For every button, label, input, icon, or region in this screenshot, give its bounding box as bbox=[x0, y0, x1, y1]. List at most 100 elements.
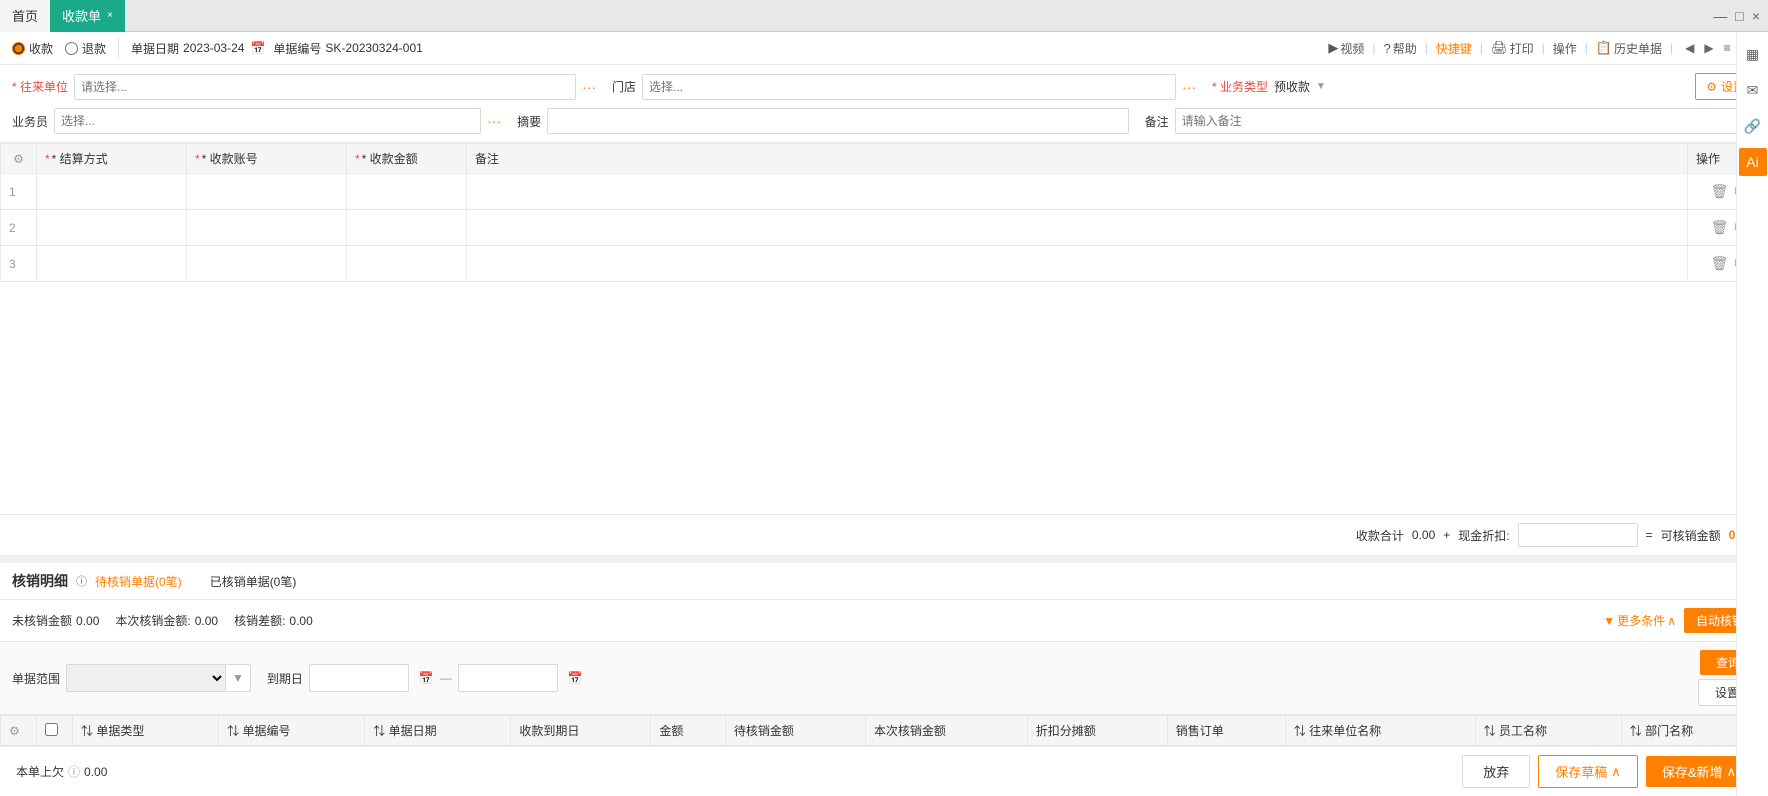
more-filter-label: 更多条件 bbox=[1617, 612, 1665, 629]
row-1-delete-icon[interactable]: 🗑 bbox=[1711, 183, 1729, 200]
reconcile-table-header: ⚙ ⇅ 单据类型 ⇅ 单据编号 bbox=[1, 716, 1768, 746]
reconcile-th-bill-no: ⇅ 单据编号 bbox=[219, 716, 365, 746]
row-3-delete-icon[interactable]: 🗑 bbox=[1711, 255, 1729, 272]
minimize-icon[interactable]: — bbox=[1713, 8, 1727, 24]
refund-radio-label: 退款 bbox=[82, 40, 106, 57]
counterpart-field: * 往来单位 ··· bbox=[12, 74, 596, 100]
sort-icon: ⇅ bbox=[373, 724, 385, 738]
top-toolbar: 收款 退款 单据日期 2023-03-24 📅 单据编号 SK-20230324… bbox=[0, 32, 1768, 65]
maximize-icon[interactable]: □ bbox=[1735, 8, 1743, 24]
reconcile-th-bill-type: ⇅ 单据类型 bbox=[73, 716, 219, 746]
window-close-icon[interactable]: × bbox=[1752, 8, 1760, 24]
row-num-2: 2 bbox=[1, 210, 37, 246]
sort-icon: ⇅ bbox=[227, 724, 239, 738]
date-from-calendar-icon[interactable]: 📅 bbox=[419, 671, 434, 685]
save-draft-arrow: ∧ bbox=[1611, 764, 1621, 780]
save-draft-btn[interactable]: 保存草稿 ∧ bbox=[1538, 755, 1638, 788]
operations-btn[interactable]: 操作 bbox=[1553, 40, 1577, 57]
row-2-delete-icon[interactable]: 🗑 bbox=[1711, 219, 1729, 236]
view-grid-icon[interactable]: ▶ bbox=[1700, 39, 1717, 57]
sidebar-table-icon[interactable]: ▦ bbox=[1739, 40, 1767, 68]
bill-date-calendar-icon[interactable]: 📅 bbox=[250, 41, 265, 55]
business-type-arrow[interactable]: ▼ bbox=[1316, 81, 1326, 92]
refund-radio-input[interactable] bbox=[65, 42, 78, 55]
tab-receipt[interactable]: 收款单 × bbox=[50, 0, 125, 32]
video-btn[interactable]: ▶ 视频 bbox=[1328, 40, 1364, 57]
bill-range-arrow[interactable]: ▼ bbox=[226, 664, 251, 692]
net-amount-label: 可核销金额 bbox=[1661, 527, 1721, 544]
sidebar-link-icon[interactable]: 🔗 bbox=[1739, 112, 1767, 140]
store-input[interactable] bbox=[642, 74, 1176, 100]
reconcile-info-icon[interactable]: ⓘ bbox=[76, 573, 87, 589]
row-3-amount[interactable] bbox=[347, 246, 467, 282]
counterpart-more-icon[interactable]: ··· bbox=[582, 79, 596, 95]
receipt-radio-input[interactable] bbox=[12, 42, 25, 55]
reconcile-header: 核销明细 ⓘ 待核销单据(0笔) 已核销单据(0笔) bbox=[0, 563, 1768, 600]
row-2-amount[interactable] bbox=[347, 210, 467, 246]
view-mode-list[interactable]: ≡ bbox=[1720, 39, 1735, 57]
reconcile-th-sales-order: 销售订单 bbox=[1167, 716, 1285, 746]
form-row-1: * 往来单位 ··· 门店 ··· * 业务类型 预收款 ▼ ⚙ 设置 bbox=[12, 73, 1756, 100]
sidebar-ai-icon[interactable]: Ai bbox=[1739, 148, 1767, 176]
help-btn[interactable]: ? 帮助 bbox=[1384, 40, 1417, 57]
completed-reconcile-tab[interactable]: 已核销单据(0笔) bbox=[210, 573, 297, 590]
summary-input[interactable] bbox=[547, 108, 1128, 134]
row-num-3: 3 bbox=[1, 246, 37, 282]
sidebar-mail-icon[interactable]: ✉ bbox=[1739, 76, 1767, 104]
history-btn[interactable]: 📋 历史单据 bbox=[1596, 40, 1662, 57]
reconcile-stats: 未核销金额 0.00 本次核销金额: 0.00 核销差额: 0.00 ▼ 更多条… bbox=[0, 600, 1768, 642]
remark-input[interactable] bbox=[1175, 108, 1756, 134]
table-settings-icon[interactable]: ⚙ bbox=[13, 152, 24, 166]
reconcile-table-settings-icon[interactable]: ⚙ bbox=[9, 724, 20, 738]
receipt-radio[interactable]: 收款 bbox=[12, 40, 53, 57]
row-1-account[interactable] bbox=[187, 174, 347, 210]
row-1-amount[interactable] bbox=[347, 174, 467, 210]
counterpart-input[interactable] bbox=[74, 74, 576, 100]
shortcut-btn[interactable]: 快捷键 bbox=[1436, 40, 1472, 57]
row-1-remark[interactable] bbox=[467, 174, 1688, 210]
row-1-settle[interactable] bbox=[37, 174, 187, 210]
sort-icon: ⇅ bbox=[81, 724, 93, 738]
abandon-btn[interactable]: 放弃 bbox=[1462, 755, 1530, 788]
row-2-account[interactable] bbox=[187, 210, 347, 246]
row-3-settle[interactable] bbox=[37, 246, 187, 282]
ai-label: Ai bbox=[1746, 154, 1758, 170]
row-2-settle[interactable] bbox=[37, 210, 187, 246]
reconcile-select-all[interactable] bbox=[45, 723, 58, 736]
history-icon: 📋 bbox=[1596, 40, 1612, 56]
remark-label: 备注 bbox=[1145, 113, 1169, 130]
refund-radio[interactable]: 退款 bbox=[65, 40, 106, 57]
row-2-remark[interactable] bbox=[467, 210, 1688, 246]
sort-icon: ⇅ bbox=[1484, 724, 1496, 738]
bill-date-label: 单据日期 bbox=[131, 40, 179, 57]
th-amount-label: * 收款金额 bbox=[362, 152, 418, 166]
footer: 本单上欠 ⓘ 0.00 放弃 保存草稿 ∧ 保存&新增 ∧ bbox=[0, 746, 1768, 796]
more-filter-btn[interactable]: ▼ 更多条件 ∧ bbox=[1603, 612, 1676, 629]
print-btn[interactable]: 🖨 打印 bbox=[1491, 40, 1534, 57]
unreconciled-stat: 未核销金额 0.00 bbox=[12, 612, 99, 629]
table-row: 2 🗑 ⧉ bbox=[1, 210, 1768, 246]
view-list-icon[interactable]: ◀ bbox=[1681, 39, 1698, 57]
bill-limit-info-icon[interactable]: ⓘ bbox=[68, 763, 80, 780]
staff-input[interactable] bbox=[54, 108, 481, 134]
tab-home[interactable]: 首页 bbox=[0, 0, 50, 32]
store-more-icon[interactable]: ··· bbox=[1182, 79, 1196, 95]
date-from-input[interactable]: 2022-04-01 bbox=[309, 664, 409, 692]
row-3-remark[interactable] bbox=[467, 246, 1688, 282]
discount-input[interactable] bbox=[1518, 523, 1638, 547]
tab-close-icon[interactable]: × bbox=[107, 10, 113, 21]
collection-total-value: 0.00 bbox=[1412, 528, 1435, 542]
receipt-table: ⚙ ** 结算方式 ** 收款账号 ** 收款金额 备注 操作 bbox=[0, 143, 1768, 282]
diff-value: 0.00 bbox=[289, 614, 312, 628]
reconcile-th-amount: 金额 bbox=[651, 716, 726, 746]
date-to-input[interactable]: 2022-04-12 bbox=[458, 664, 558, 692]
reconcile-th-due-date: 收款到期日 bbox=[511, 716, 651, 746]
staff-more-icon[interactable]: ··· bbox=[487, 113, 501, 129]
bill-range-select[interactable] bbox=[66, 664, 226, 692]
collection-total-label: 收款合计 bbox=[1356, 527, 1404, 544]
pending-reconcile-tab[interactable]: 待核销单据(0笔) bbox=[95, 573, 182, 590]
table-section: ⚙ ** 结算方式 ** 收款账号 ** 收款金额 备注 操作 bbox=[0, 143, 1768, 514]
date-to-calendar-icon[interactable]: 📅 bbox=[568, 671, 583, 685]
summary-field: 摘要 bbox=[517, 108, 1128, 134]
row-3-account[interactable] bbox=[187, 246, 347, 282]
